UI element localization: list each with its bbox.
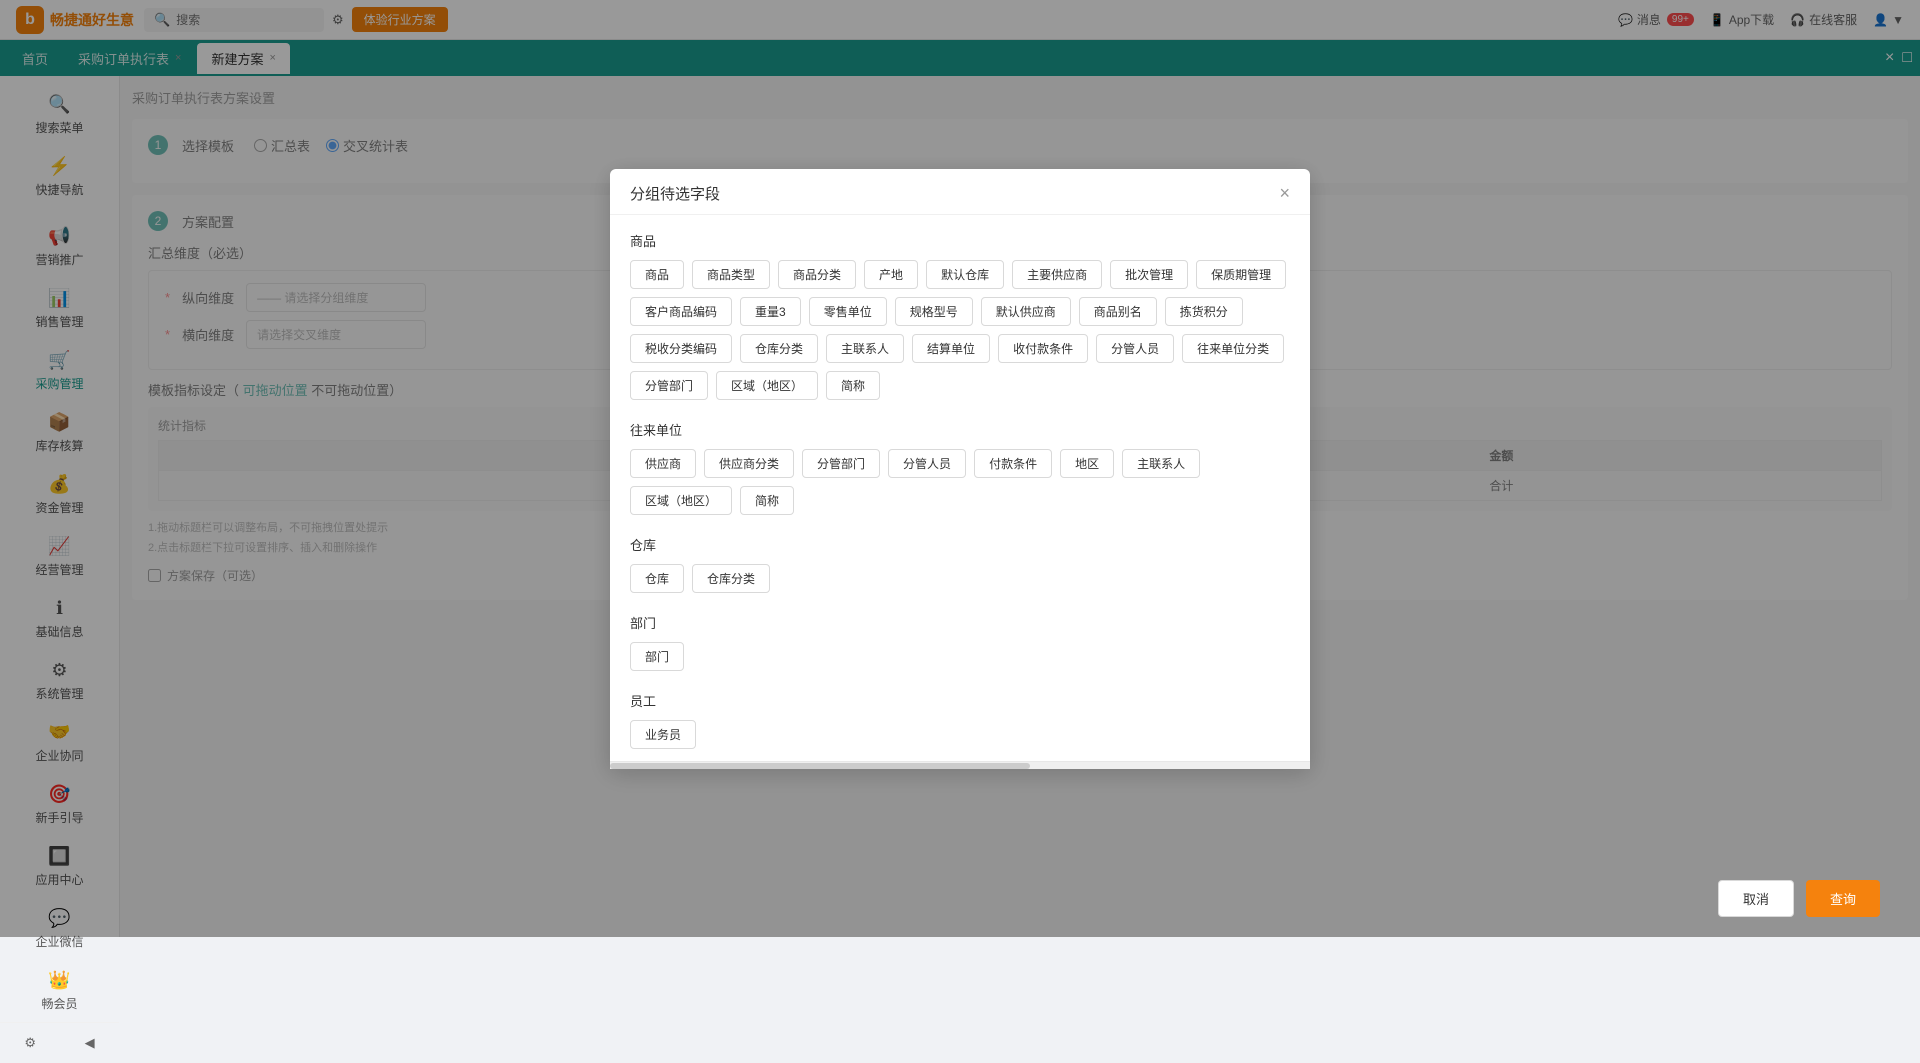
cancel-button[interactable]: 取消 (1718, 880, 1794, 917)
field-tag-partner-8[interactable]: 简称 (740, 486, 794, 515)
field-tag-goods-11[interactable]: 规格型号 (895, 297, 973, 326)
field-tag-goods-2[interactable]: 商品分类 (778, 260, 856, 289)
field-tag-partner-6[interactable]: 主联系人 (1122, 449, 1200, 478)
field-tag-goods-24[interactable]: 简称 (826, 371, 880, 400)
field-tag-goods-8[interactable]: 客户商品编码 (630, 297, 732, 326)
field-group-partner-title: 往来单位 (630, 420, 1290, 439)
field-tag-goods-18[interactable]: 结算单位 (912, 334, 990, 363)
field-tag-goods-10[interactable]: 零售单位 (809, 297, 887, 326)
modal-footer-buttons: 取消 查询 (1718, 880, 1880, 917)
modal-horizontal-scrollbar[interactable] (610, 761, 1310, 769)
field-group-employee-title: 员工 (630, 691, 1290, 710)
field-tag-goods-23[interactable]: 区域（地区） (716, 371, 818, 400)
sidebar-settings-icon[interactable]: ⚙ (24, 1035, 36, 1051)
field-group-warehouse-title: 仓库 (630, 535, 1290, 554)
field-tags-employee: 业务员 (630, 720, 1290, 749)
field-tag-goods-21[interactable]: 往来单位分类 (1182, 334, 1284, 363)
field-group-department: 部门 部门 (630, 613, 1290, 671)
field-tag-employee-0[interactable]: 业务员 (630, 720, 696, 749)
modal-dialog: 分组待选字段 × 商品 商品 商品类型 商品分类 产地 默认仓库 主要供应商 批… (610, 169, 1310, 769)
field-tag-goods-22[interactable]: 分管部门 (630, 371, 708, 400)
field-tag-goods-19[interactable]: 收付款条件 (998, 334, 1088, 363)
field-tags-goods: 商品 商品类型 商品分类 产地 默认仓库 主要供应商 批次管理 保质期管理 客户… (630, 260, 1290, 400)
field-tags-warehouse: 仓库 仓库分类 (630, 564, 1290, 593)
field-tag-partner-2[interactable]: 分管部门 (802, 449, 880, 478)
field-tag-goods-15[interactable]: 税收分类编码 (630, 334, 732, 363)
field-tag-partner-4[interactable]: 付款条件 (974, 449, 1052, 478)
field-tags-partner: 供应商 供应商分类 分管部门 分管人员 付款条件 地区 主联系人 区域（地区） … (630, 449, 1290, 515)
field-group-goods: 商品 商品 商品类型 商品分类 产地 默认仓库 主要供应商 批次管理 保质期管理… (630, 231, 1290, 400)
field-tag-partner-0[interactable]: 供应商 (630, 449, 696, 478)
field-tag-goods-5[interactable]: 主要供应商 (1012, 260, 1102, 289)
field-tag-partner-7[interactable]: 区域（地区） (630, 486, 732, 515)
field-tag-goods-17[interactable]: 主联系人 (826, 334, 904, 363)
sidebar-bottom: ⚙ ◀ (0, 1022, 119, 1063)
field-group-partner: 往来单位 供应商 供应商分类 分管部门 分管人员 付款条件 地区 主联系人 区域… (630, 420, 1290, 515)
field-tag-goods-14[interactable]: 拣货积分 (1165, 297, 1243, 326)
field-tag-goods-7[interactable]: 保质期管理 (1196, 260, 1286, 289)
modal-body: 商品 商品 商品类型 商品分类 产地 默认仓库 主要供应商 批次管理 保质期管理… (610, 215, 1310, 761)
modal-header: 分组待选字段 × (610, 169, 1310, 215)
modal-scrollbar-thumb[interactable] (610, 763, 1030, 769)
field-tag-partner-1[interactable]: 供应商分类 (704, 449, 794, 478)
confirm-button[interactable]: 查询 (1806, 880, 1880, 917)
field-tag-goods-3[interactable]: 产地 (864, 260, 918, 289)
modal-overlay: 分组待选字段 × 商品 商品 商品类型 商品分类 产地 默认仓库 主要供应商 批… (0, 0, 1920, 937)
field-tag-warehouse-1[interactable]: 仓库分类 (692, 564, 770, 593)
sidebar-collapse-icon[interactable]: ◀ (85, 1035, 95, 1051)
field-tag-partner-5[interactable]: 地区 (1060, 449, 1114, 478)
field-group-employee: 员工 业务员 (630, 691, 1290, 749)
modal-close-button[interactable]: × (1279, 184, 1290, 202)
modal-title: 分组待选字段 (630, 183, 720, 204)
sidebar-item-member-label: 畅会员 (41, 995, 77, 1012)
field-tag-goods-4[interactable]: 默认仓库 (926, 260, 1004, 289)
field-tag-goods-12[interactable]: 默认供应商 (981, 297, 1071, 326)
field-tag-goods-9[interactable]: 重量3 (740, 297, 801, 326)
field-group-warehouse: 仓库 仓库 仓库分类 (630, 535, 1290, 593)
field-group-department-title: 部门 (630, 613, 1290, 632)
field-tag-goods-1[interactable]: 商品类型 (692, 260, 770, 289)
field-tag-goods-20[interactable]: 分管人员 (1096, 334, 1174, 363)
member-icon: 👑 (48, 970, 70, 991)
field-tag-goods-6[interactable]: 批次管理 (1110, 260, 1188, 289)
field-tag-warehouse-0[interactable]: 仓库 (630, 564, 684, 593)
sidebar-item-member[interactable]: 👑 畅会员 (0, 960, 119, 1022)
field-tag-goods-13[interactable]: 商品别名 (1079, 297, 1157, 326)
field-tag-goods-0[interactable]: 商品 (630, 260, 684, 289)
field-tag-department-0[interactable]: 部门 (630, 642, 684, 671)
field-group-goods-title: 商品 (630, 231, 1290, 250)
field-tags-department: 部门 (630, 642, 1290, 671)
field-tag-partner-3[interactable]: 分管人员 (888, 449, 966, 478)
field-tag-goods-16[interactable]: 仓库分类 (740, 334, 818, 363)
